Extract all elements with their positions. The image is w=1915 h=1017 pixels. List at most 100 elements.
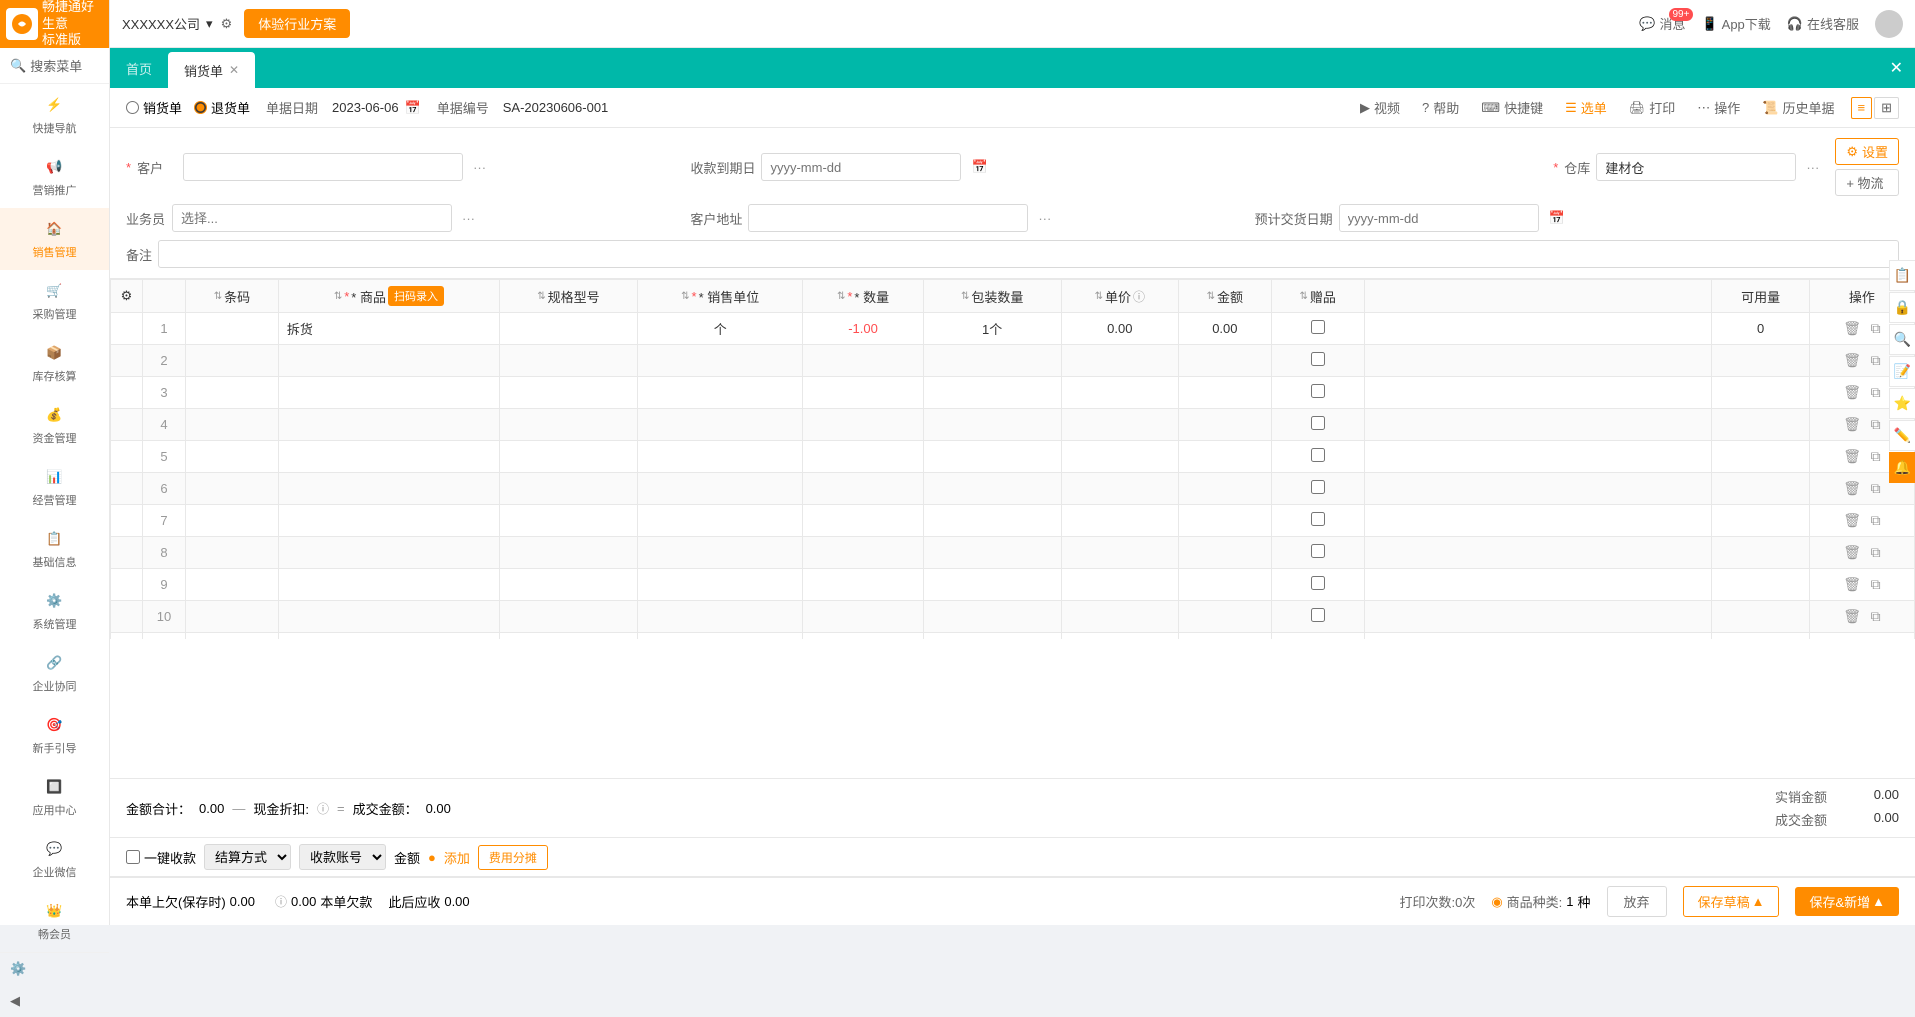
gift-checkbox[interactable]	[1311, 480, 1325, 494]
gift-checkbox[interactable]	[1311, 416, 1325, 430]
logistics-button[interactable]: + 物流	[1835, 169, 1899, 196]
gift-checkbox[interactable]	[1311, 384, 1325, 398]
user-avatar[interactable]	[1875, 10, 1903, 38]
customer-ellipsis[interactable]: ···	[473, 160, 486, 175]
copy-btn[interactable]: ⧉	[1871, 384, 1881, 400]
sidebar-item-collab[interactable]: 🔗 企业协同	[0, 642, 109, 704]
help-btn[interactable]: ? 帮助	[1416, 96, 1465, 119]
gift-checkbox[interactable]	[1311, 320, 1325, 334]
copy-btn[interactable]: ⧉	[1871, 576, 1881, 592]
delete-btn[interactable]: 🗑	[1843, 544, 1861, 560]
sidebar-item-base[interactable]: 📋 基础信息	[0, 518, 109, 580]
copy-btn[interactable]: ⧉	[1871, 416, 1881, 432]
warehouse-ellipsis[interactable]: ···	[1806, 160, 1819, 175]
sidebar-search[interactable]: 🔍 搜索菜单	[0, 48, 109, 84]
sort-icon3[interactable]: ⇅	[537, 291, 545, 302]
delete-btn[interactable]: 🗑	[1843, 416, 1861, 432]
radio-icon[interactable]: ◉	[1491, 894, 1502, 910]
delivery-date-input[interactable]	[1339, 204, 1539, 232]
sidebar-item-inventory[interactable]: 📦 库存核算	[0, 332, 109, 394]
payment-checkbox[interactable]	[126, 850, 140, 864]
close-window-icon[interactable]: ✕	[1890, 58, 1903, 78]
float-btn-3[interactable]: 🔍	[1889, 324, 1915, 355]
calendar-icon[interactable]: 📅	[405, 100, 421, 116]
save-new-button[interactable]: 保存&新增 ▲	[1795, 887, 1899, 916]
price-info-icon[interactable]: ⓘ	[1133, 288, 1145, 305]
sidebar-item-guide[interactable]: 🎯 新手引导	[0, 704, 109, 766]
sort-icon6[interactable]: ⇅	[961, 291, 969, 302]
sidebar-item-marketing[interactable]: 📢 营销推广	[0, 146, 109, 208]
gift-checkbox[interactable]	[1311, 448, 1325, 462]
note-input[interactable]	[158, 240, 1899, 268]
expense-btn[interactable]: 费用分摊	[478, 845, 548, 870]
sidebar-item-quicknav[interactable]: ⚡ 快捷导航	[0, 84, 109, 146]
sort-icon7[interactable]: ⇅	[1095, 291, 1103, 302]
owe-info-icon[interactable]: ⓘ	[275, 893, 287, 910]
sidebar-item-purchase[interactable]: 🛒 采购管理	[0, 270, 109, 332]
copy-btn[interactable]: ⧉	[1871, 512, 1881, 528]
payment-account-select[interactable]: 收款账号	[299, 844, 386, 870]
company-selector[interactable]: XXXXXX公司 ▾	[122, 14, 213, 33]
radio-sale[interactable]: 销货单	[126, 98, 182, 117]
sidebar-item-system[interactable]: ⚙️ 系统管理	[0, 580, 109, 642]
float-btn-4[interactable]: 📝	[1889, 356, 1915, 387]
copy-btn[interactable]: ⧉	[1871, 448, 1881, 464]
delete-btn[interactable]: 🗑	[1843, 480, 1861, 496]
delete-btn[interactable]: 🗑	[1843, 448, 1861, 464]
operation-btn[interactable]: ⋯ 操作	[1691, 96, 1746, 119]
print-btn[interactable]: 🖨 打印	[1623, 96, 1682, 119]
gift-checkbox[interactable]	[1311, 576, 1325, 590]
grid-view-btn[interactable]: ⊞	[1874, 97, 1899, 119]
add-button[interactable]: 添加	[444, 848, 470, 867]
customer-input[interactable]	[183, 153, 463, 181]
list-view-btn[interactable]: ≡	[1851, 97, 1873, 119]
copy-btn[interactable]: ⧉	[1871, 480, 1881, 496]
sidebar-item-apps[interactable]: 🔲 应用中心	[0, 766, 109, 828]
float-btn-5[interactable]: ⭐	[1889, 388, 1915, 419]
settings-button[interactable]: ⚙ 设置	[1835, 138, 1899, 165]
float-btn-7[interactable]: 🔔	[1889, 452, 1915, 483]
delete-btn[interactable]: 🗑	[1843, 608, 1861, 624]
radio-return[interactable]: 退货单	[194, 98, 250, 117]
sidebar-collapse[interactable]: ◀	[0, 985, 109, 1017]
float-btn-1[interactable]: 📋	[1889, 260, 1915, 291]
shortcut-btn[interactable]: ⌨ 快捷键	[1475, 96, 1549, 119]
discount-info-icon[interactable]: ⓘ	[317, 800, 329, 817]
delete-btn[interactable]: 🗑	[1843, 320, 1861, 336]
select-btn[interactable]: ☰ 选单	[1559, 96, 1613, 119]
delivery-calendar-icon[interactable]: 📅	[1549, 210, 1565, 226]
scan-button[interactable]: 扫码录入	[388, 286, 444, 306]
gift-checkbox[interactable]	[1311, 608, 1325, 622]
salesperson-input[interactable]	[172, 204, 452, 232]
tab-close-icon[interactable]: ✕	[229, 63, 239, 77]
delete-btn[interactable]: 🗑	[1843, 352, 1861, 368]
delete-btn[interactable]: 🗑	[1843, 512, 1861, 528]
history-btn[interactable]: 📜 历史单据	[1756, 96, 1840, 119]
delete-btn[interactable]: 🗑	[1843, 576, 1861, 592]
message-button[interactable]: 💬 消息 99+	[1639, 14, 1685, 33]
save-draft-button[interactable]: 保存草稿 ▲	[1683, 886, 1780, 917]
app-download-button[interactable]: 📱 App下载	[1701, 14, 1770, 33]
sidebar-item-wechat[interactable]: 💬 企业微信	[0, 828, 109, 890]
video-btn[interactable]: ▶ 视频	[1354, 96, 1406, 119]
copy-btn[interactable]: ⧉	[1871, 320, 1881, 336]
tab-sales-order[interactable]: 销货单 ✕	[168, 52, 255, 88]
online-service-button[interactable]: 🎧 在线客服	[1787, 14, 1859, 33]
sort-icon9[interactable]: ⇅	[1300, 291, 1308, 302]
gift-checkbox[interactable]	[1311, 352, 1325, 366]
address-input[interactable]	[748, 204, 1028, 232]
gift-checkbox[interactable]	[1311, 544, 1325, 558]
copy-btn[interactable]: ⧉	[1871, 544, 1881, 560]
float-btn-6[interactable]: ✏️	[1889, 420, 1915, 451]
copy-btn[interactable]: ⧉	[1871, 608, 1881, 624]
payment-method-select[interactable]: 结算方式	[204, 844, 291, 870]
payment-date-input[interactable]	[761, 153, 961, 181]
sidebar-settings[interactable]: ⚙️	[0, 953, 109, 985]
tab-home[interactable]: 首页	[110, 48, 168, 88]
sidebar-item-finance[interactable]: 💰 资金管理	[0, 394, 109, 456]
float-btn-2[interactable]: 🔒	[1889, 292, 1915, 323]
sort-icon[interactable]: ⇅	[214, 291, 222, 302]
sort-icon4[interactable]: ⇅	[681, 291, 689, 302]
salesperson-ellipsis[interactable]: ···	[462, 211, 475, 226]
add-icon[interactable]: ●	[428, 850, 436, 865]
